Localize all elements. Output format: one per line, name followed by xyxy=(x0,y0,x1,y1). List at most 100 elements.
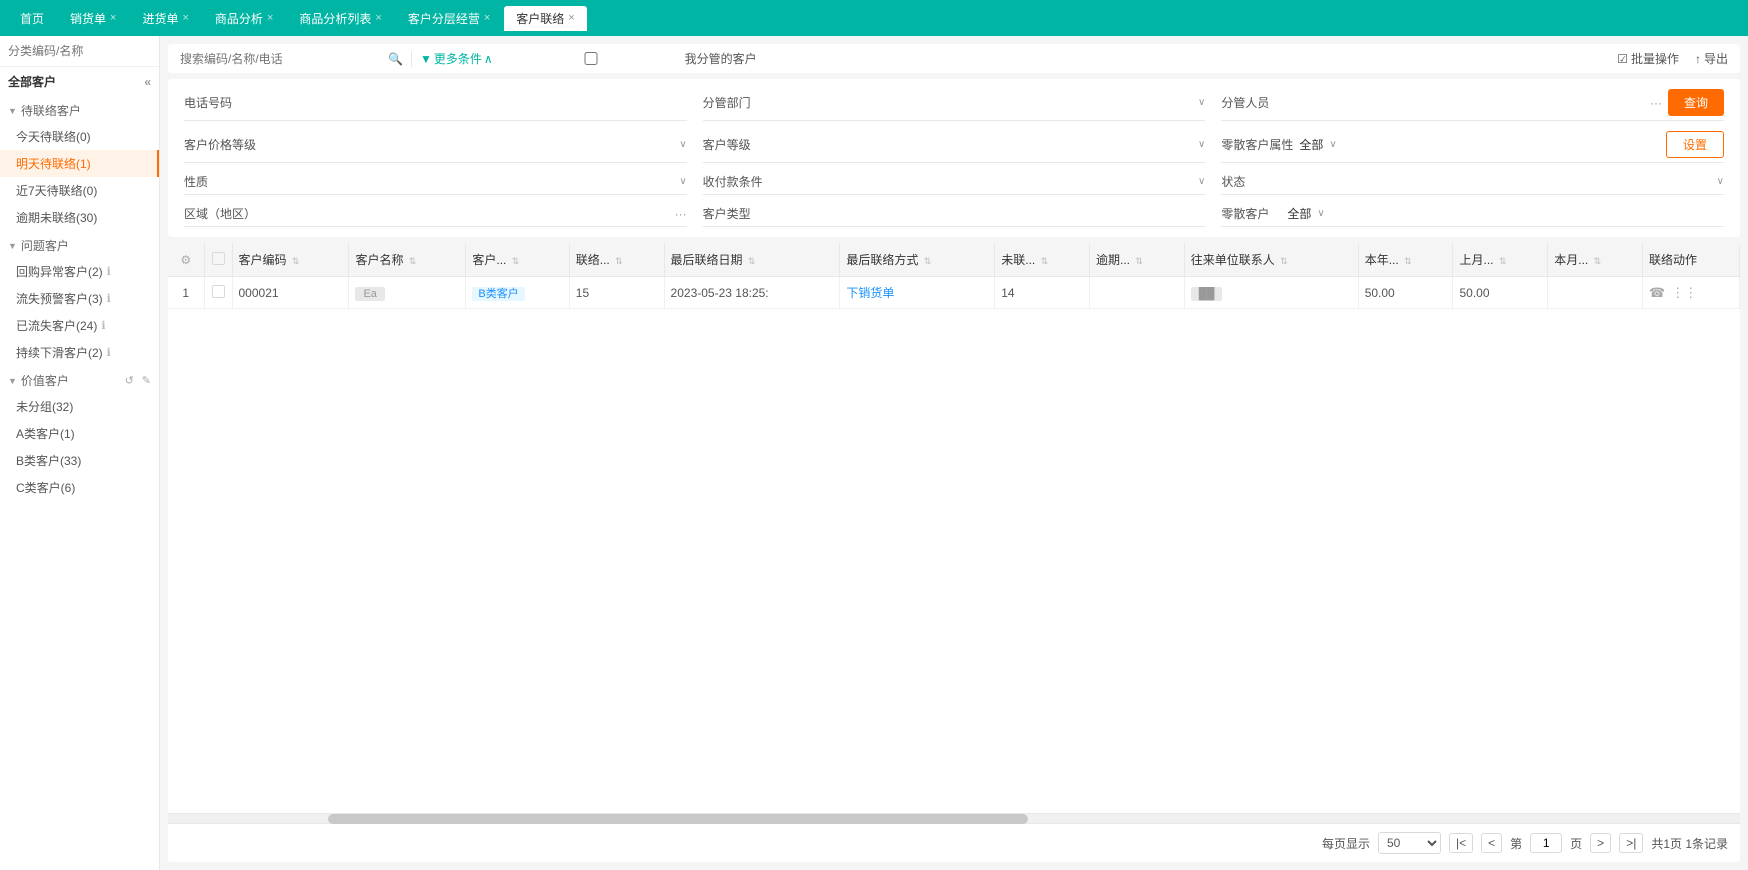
next-page-btn[interactable]: > xyxy=(1590,833,1611,853)
filter-nature-label: 性质 xyxy=(184,173,244,190)
sort-customer-type-icon[interactable]: ⇅ xyxy=(512,256,520,266)
sidebar-search-input[interactable] xyxy=(8,44,160,58)
sort-overdue-icon[interactable]: ⇅ xyxy=(1135,256,1143,266)
filter-retail-customer: 零散客户 全部 ∨ xyxy=(1221,205,1724,227)
pending-group-header[interactable]: 待联络客户 xyxy=(0,96,159,123)
sidebar-item-ungrouped[interactable]: 未分组(32) xyxy=(0,393,159,420)
nav-product-analysis-list[interactable]: 商品分析列表 × xyxy=(287,6,393,31)
sort-customer-code-icon[interactable]: ⇅ xyxy=(292,256,300,266)
close-customer-contact-icon[interactable]: × xyxy=(568,12,574,24)
page-size-select[interactable]: 50 100 200 xyxy=(1378,832,1441,854)
col-this-year[interactable]: 本年... ⇅ xyxy=(1358,243,1453,277)
col-customer-type[interactable]: 客户... ⇅ xyxy=(466,243,569,277)
col-last-month[interactable]: 上月... ⇅ xyxy=(1453,243,1548,277)
sort-no-contact-icon[interactable]: ⇅ xyxy=(1041,256,1049,266)
cell-this-year: 50.00 xyxy=(1358,277,1453,309)
search-icon[interactable]: 🔍 xyxy=(388,52,403,66)
close-product-analysis-list-icon[interactable]: × xyxy=(375,12,381,24)
sidebar-item-overdue-pending[interactable]: 逾期未联络(30) xyxy=(0,204,159,231)
filter-price-level-arrow[interactable]: ∨ xyxy=(679,139,686,150)
data-table: ⚙ 客户编码 ⇅ 客户名称 ⇅ 客户... xyxy=(168,243,1740,309)
col-customer-code[interactable]: 客户编码 ⇅ xyxy=(232,243,349,277)
col-last-contact-method[interactable]: 最后联络方式 ⇅ xyxy=(840,243,995,277)
last-page-btn[interactable]: >| xyxy=(1619,833,1643,853)
sort-last-contact-date-icon[interactable]: ⇅ xyxy=(748,256,756,266)
settings-button[interactable]: 设置 xyxy=(1666,131,1724,158)
table-footer: 每页显示 50 100 200 |< < 第 页 > >| 共1页 1条记录 xyxy=(168,823,1740,862)
filter-retail-attr-arrow[interactable]: ∨ xyxy=(1329,139,1336,150)
batch-operation-btn[interactable]: ☑ 批量操作 xyxy=(1617,50,1679,67)
query-button[interactable]: 查询 xyxy=(1668,89,1724,116)
filter-nature-arrow[interactable]: ∨ xyxy=(679,176,686,187)
more-conditions-btn[interactable]: ▼ 更多条件 ∧ xyxy=(420,50,493,67)
filter-payment-arrow[interactable]: ∨ xyxy=(1198,176,1205,187)
sidebar-item-lost-customers[interactable]: 已流失客户(24) ℹ xyxy=(0,312,159,339)
export-btn[interactable]: ↑ 导出 xyxy=(1695,50,1728,67)
col-no-contact[interactable]: 未联... ⇅ xyxy=(995,243,1090,277)
filter-dept-arrow[interactable]: ∨ xyxy=(1198,97,1205,108)
sidebar-item-declining-customers[interactable]: 持续下滑客户(2) ℹ xyxy=(0,339,159,366)
close-purchase-order-icon[interactable]: × xyxy=(182,12,188,24)
nav-customer-stratification[interactable]: 客户分层经营 × xyxy=(396,6,502,31)
page-input[interactable] xyxy=(1530,833,1562,853)
filter-retail-customer-arrow[interactable]: ∨ xyxy=(1317,208,1324,219)
first-page-btn[interactable]: |< xyxy=(1449,833,1473,853)
problem-group-header[interactable]: 问题客户 xyxy=(0,231,159,258)
col-this-month[interactable]: 本月... ⇅ xyxy=(1548,243,1643,277)
sidebar-item-tomorrow-pending[interactable]: 明天待联络(1) xyxy=(0,150,159,177)
sort-company-contact-icon[interactable]: ⇅ xyxy=(1280,256,1288,266)
filter-customer-type: 客户类型 xyxy=(703,205,1206,227)
sidebar-item-b-class[interactable]: B类客户(33) xyxy=(0,447,159,474)
col-checkbox[interactable] xyxy=(204,243,232,277)
sort-contact-count-icon[interactable]: ⇅ xyxy=(615,256,623,266)
page-end-label: 页 xyxy=(1570,835,1582,852)
close-product-analysis-icon[interactable]: × xyxy=(267,12,273,24)
prev-page-btn[interactable]: < xyxy=(1481,833,1502,853)
nav-product-analysis[interactable]: 商品分析 × xyxy=(203,6,285,31)
cell-checkbox[interactable] xyxy=(204,277,232,309)
col-overdue[interactable]: 逾期... ⇅ xyxy=(1090,243,1185,277)
close-customer-stratification-icon[interactable]: × xyxy=(484,12,490,24)
sidebar-item-week-pending[interactable]: 近7天待联络(0) xyxy=(0,177,159,204)
nav-sales-order[interactable]: 销货单 × xyxy=(58,6,128,31)
col-last-contact-date[interactable]: 最后联络日期 ⇅ xyxy=(664,243,840,277)
action-more-icon[interactable]: ⋮⋮ xyxy=(1671,285,1697,301)
nav-home[interactable]: 首页 xyxy=(8,6,56,31)
sort-customer-name-icon[interactable]: ⇅ xyxy=(409,256,417,266)
my-customers-checkbox[interactable] xyxy=(501,52,681,65)
filter-customer-level-arrow[interactable]: ∨ xyxy=(1198,139,1205,150)
filter-status-arrow[interactable]: ∨ xyxy=(1717,176,1724,187)
col-customer-name[interactable]: 客户名称 ⇅ xyxy=(349,243,466,277)
col-settings[interactable]: ⚙ xyxy=(168,243,204,277)
search-input[interactable] xyxy=(180,52,380,66)
sidebar-collapse-icon[interactable]: « xyxy=(144,75,151,89)
col-company-contact[interactable]: 往来单位联系人 ⇅ xyxy=(1184,243,1358,277)
sidebar-item-today-pending[interactable]: 今天待联络(0) xyxy=(0,123,159,150)
value-group-label: 价值客户 xyxy=(21,372,69,389)
scroll-thumb[interactable] xyxy=(328,814,1028,824)
action-phone-icon[interactable]: ☎ xyxy=(1649,285,1665,301)
sort-last-month-icon[interactable]: ⇅ xyxy=(1499,256,1507,266)
sort-this-year-icon[interactable]: ⇅ xyxy=(1404,256,1412,266)
filter-region: 区域（地区） ··· xyxy=(184,205,687,227)
filter-region-dots[interactable]: ··· xyxy=(675,207,687,221)
nav-purchase-order[interactable]: 进货单 × xyxy=(130,6,200,31)
sidebar-item-lost-warning[interactable]: 流失预警客户(3) ℹ xyxy=(0,285,159,312)
nav-customer-contact[interactable]: 客户联络 × xyxy=(504,6,586,31)
sort-this-month-icon[interactable]: ⇅ xyxy=(1594,256,1602,266)
sort-last-contact-method-icon[interactable]: ⇅ xyxy=(924,256,932,266)
sidebar-item-c-class[interactable]: C类客户(6) xyxy=(0,474,159,501)
my-customers-checkbox-label[interactable]: 我分管的客户 xyxy=(501,50,757,67)
cell-last-month: 50.00 xyxy=(1453,277,1548,309)
close-sales-order-icon[interactable]: × xyxy=(110,12,116,24)
all-customers-label: 全部客户 xyxy=(8,73,56,90)
filter-manager-label: 分管人员 xyxy=(1221,94,1281,111)
col-contact-count[interactable]: 联络... ⇅ xyxy=(569,243,664,277)
cell-last-contact-method[interactable]: 下销货单 xyxy=(840,277,995,309)
filter-manager-dots[interactable]: ··· xyxy=(1650,96,1662,110)
sidebar-item-a-class[interactable]: A类客户(1) xyxy=(0,420,159,447)
horizontal-scrollbar[interactable] xyxy=(168,813,1740,823)
all-customers-header[interactable]: 全部客户 « xyxy=(0,67,159,96)
sidebar-item-abnormal-repurchase[interactable]: 回购异常客户(2) ℹ xyxy=(0,258,159,285)
value-group-header[interactable]: 价值客户 ↺ ✎ xyxy=(0,366,159,393)
